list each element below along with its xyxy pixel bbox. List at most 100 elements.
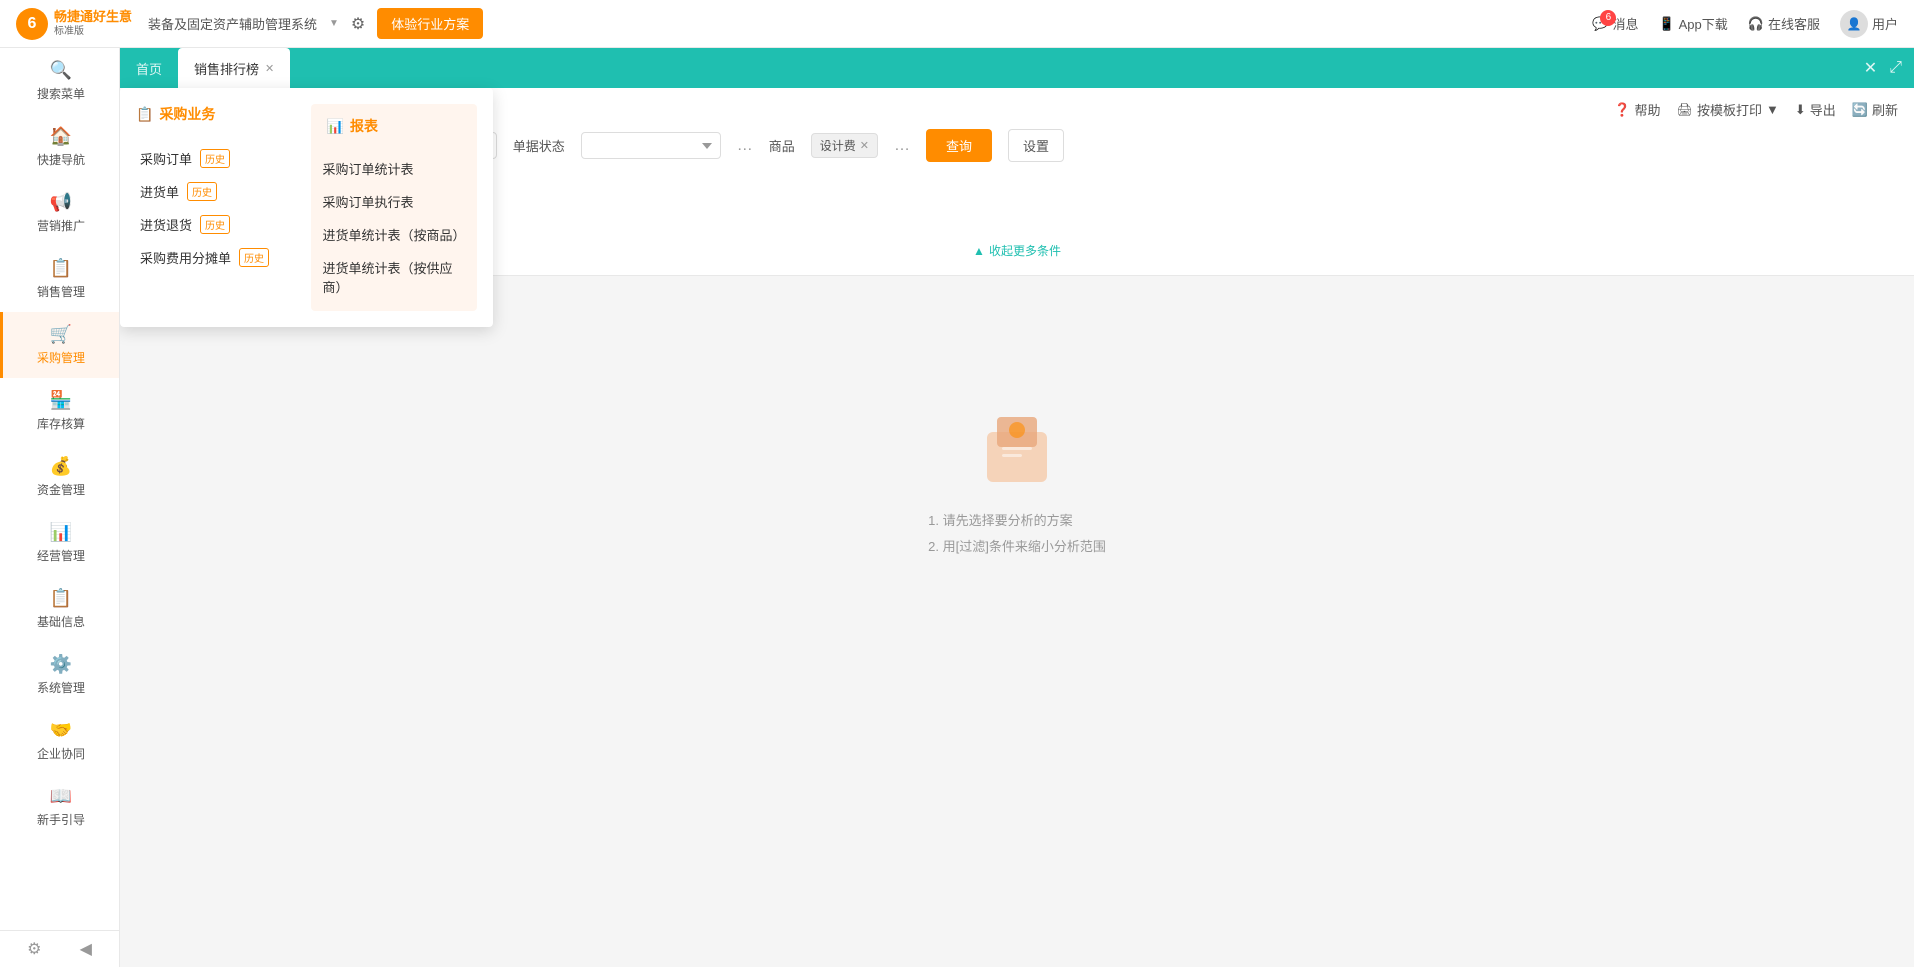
sidebar-label-enterprise: 企业协同 (37, 745, 85, 762)
inbound-stat-goods-label: 进货单统计表（按商品） (323, 225, 466, 244)
doc-status-ellipsis[interactable]: … (737, 137, 753, 155)
tab-close-btn[interactable]: ✕ (1860, 54, 1881, 82)
sidebar-label-finance: 资金管理 (37, 481, 85, 498)
basic-info-icon: 📋 (50, 588, 72, 609)
marketing-icon: 📢 (50, 192, 72, 213)
sidebar-item-marketing[interactable]: 📢 营销推广 (0, 180, 119, 246)
inbound-stat-goods-item[interactable]: 进货单统计表（按商品） (319, 218, 470, 251)
refresh-btn[interactable]: 🔄 刷新 (1852, 100, 1898, 119)
headset-icon: 🎧 (1748, 16, 1764, 32)
doc-status-label: 单据状态 (513, 136, 565, 155)
collapse-arrow-icon: ▲ (973, 244, 985, 258)
finance-icon: 💰 (50, 456, 72, 477)
report-section-icon: 📊 (327, 118, 344, 135)
sidebar-label-operations: 经营管理 (37, 547, 85, 564)
inbound-return-item[interactable]: 进货退货 历史 (136, 208, 287, 241)
search-icon: 🔍 (50, 60, 72, 81)
sidebar-label-guide: 新手引导 (37, 811, 85, 828)
inbound-order-history-badge: 历史 (187, 182, 217, 201)
settings-button[interactable]: 设置 (1008, 129, 1064, 162)
goods-tag-close[interactable]: ✕ (860, 139, 869, 152)
sidebar-label-marketing: 营销推广 (37, 217, 85, 234)
sidebar-item-system[interactable]: ⚙️ 系统管理 (0, 642, 119, 708)
purchase-expense-item[interactable]: 采购费用分摊单 历史 (136, 241, 287, 274)
goods-ellipsis[interactable]: … (894, 137, 910, 155)
sidebar-item-quick-nav[interactable]: 🏠 快捷导航 (0, 114, 119, 180)
logo-area: 6 畅捷通好生意 标准版 (16, 8, 136, 40)
sidebar-item-search[interactable]: 🔍 搜索菜单 (0, 48, 119, 114)
purchase-order-item[interactable]: 采购订单 历史 (136, 142, 287, 175)
purchase-order-history-badge: 历史 (200, 149, 230, 168)
inbound-return-history-badge: 历史 (200, 215, 230, 234)
purchase-expense-history-badge: 历史 (239, 248, 269, 267)
operations-icon: 📊 (50, 522, 72, 543)
header-left: 6 畅捷通好生意 标准版 装备及固定资产辅助管理系统 ▼ ⚙ 体验行业方案 (16, 8, 483, 40)
sidebar-item-guide[interactable]: 📖 新手引导 (0, 774, 119, 840)
sidebar-item-sales[interactable]: 📋 销售管理 (0, 246, 119, 312)
sidebar-bottom: ⚙ ◀ (0, 930, 119, 967)
sidebar-label-system: 系统管理 (37, 679, 85, 696)
system-title: 装备及固定资产辅助管理系统 (148, 14, 317, 33)
sidebar-item-inventory[interactable]: 🏪 库存核算 (0, 378, 119, 444)
query-button[interactable]: 查询 (926, 129, 992, 162)
tab-home[interactable]: 首页 (120, 48, 178, 88)
goods-tag: 设计费 ✕ (811, 133, 878, 158)
sidebar-item-operations[interactable]: 📊 经营管理 (0, 510, 119, 576)
header-right: 💬 6 消息 📱 App下载 🎧 在线客服 👤 用户 (1592, 10, 1898, 38)
dropdown-arrow-icon[interactable]: ▼ (329, 18, 339, 29)
print-label: 按模板打印 (1697, 100, 1762, 119)
settings-gear-icon[interactable]: ⚙ (351, 14, 365, 34)
guide-icon: 📖 (50, 786, 72, 807)
empty-icon (967, 392, 1067, 492)
sidebar-label-purchase: 采购管理 (37, 349, 85, 366)
report-section: 📊 报表 采购订单统计表 采购订单执行表 进货单统计表（按商品） 进货单统计表（… (311, 104, 478, 311)
inbound-order-item[interactable]: 进货单 历史 (136, 175, 287, 208)
industry-btn[interactable]: 体验行业方案 (377, 8, 483, 39)
help-btn[interactable]: ❓ 帮助 (1614, 100, 1660, 119)
sidebar-item-purchase[interactable]: 🛒 采购管理 (0, 312, 119, 378)
help-icon: ❓ (1614, 102, 1630, 118)
sidebar-label-inventory: 库存核算 (37, 415, 85, 432)
avatar: 👤 (1840, 10, 1868, 38)
tab-close-icon[interactable]: ✕ (265, 62, 274, 75)
sidebar-label-search: 搜索菜单 (37, 85, 85, 102)
sidebar-item-basic-info[interactable]: 📋 基础信息 (0, 576, 119, 642)
print-dropdown-icon: ▼ (1766, 102, 1779, 117)
inbound-stat-supplier-label: 进货单统计表（按供应商） (323, 258, 466, 296)
inbound-order-label: 进货单 (140, 182, 179, 201)
message-badge-wrap: 💬 6 (1592, 16, 1608, 32)
main-layout: 🔍 搜索菜单 🏠 快捷导航 📢 营销推广 📋 销售管理 🛒 采购管理 🏪 库存核… (0, 48, 1914, 967)
system-icon: ⚙️ (50, 654, 72, 675)
tab-bar: 首页 销售排行榜 ✕ ✕ ⤢ (120, 48, 1914, 88)
sidebar-item-finance[interactable]: 💰 资金管理 (0, 444, 119, 510)
online-service-action[interactable]: 🎧 在线客服 (1748, 14, 1820, 33)
print-btn[interactable]: 🖨 按模板打印 ▼ (1676, 100, 1778, 119)
purchase-dropdown-menu: 📋 采购业务 采购订单 历史 进货单 历史 进货退货 历史 (120, 88, 493, 327)
purchase-order-exec-item[interactable]: 采购订单执行表 (319, 185, 470, 218)
tab-home-label: 首页 (136, 59, 162, 78)
export-btn[interactable]: ⬇ 导出 (1795, 100, 1836, 119)
online-service-label: 在线客服 (1768, 14, 1820, 33)
tab-sales-rank[interactable]: 销售排行榜 ✕ (178, 48, 290, 88)
toolbar-actions: ❓ 帮助 🖨 按模板打印 ▼ ⬇ 导出 🔄 (1614, 100, 1898, 119)
nav-tabs-container: 首页 销售排行榜 ✕ ✕ ⤢ 📋 采购业务 (120, 48, 1914, 88)
inventory-icon: 🏪 (50, 390, 72, 411)
purchase-business-section: 📋 采购业务 采购订单 历史 进货单 历史 进货退货 历史 (136, 104, 287, 311)
sidebar-label-basic-info: 基础信息 (37, 613, 85, 630)
sidebar-collapse-icon[interactable]: ◀ (80, 939, 92, 959)
sidebar-settings-icon[interactable]: ⚙ (27, 939, 41, 959)
sidebar-item-enterprise[interactable]: 🤝 企业协同 (0, 708, 119, 774)
purchase-order-label: 采购订单 (140, 149, 192, 168)
doc-status-select[interactable] (581, 132, 721, 159)
user-action[interactable]: 👤 用户 (1840, 10, 1898, 38)
inbound-stat-supplier-item[interactable]: 进货单统计表（按供应商） (319, 251, 470, 303)
app-download-action[interactable]: 📱 App下载 (1658, 14, 1727, 33)
purchase-order-stat-item[interactable]: 采购订单统计表 (319, 152, 470, 185)
purchase-section-icon: 📋 (136, 106, 153, 123)
logo-icon: 6 (16, 8, 48, 40)
print-icon: 🖨 (1676, 102, 1693, 118)
goods-label: 商品 (769, 136, 795, 155)
message-action[interactable]: 💬 6 消息 (1592, 14, 1638, 33)
tab-expand-btn[interactable]: ⤢ (1885, 55, 1906, 81)
purchase-order-exec-label: 采购订单执行表 (323, 192, 414, 211)
